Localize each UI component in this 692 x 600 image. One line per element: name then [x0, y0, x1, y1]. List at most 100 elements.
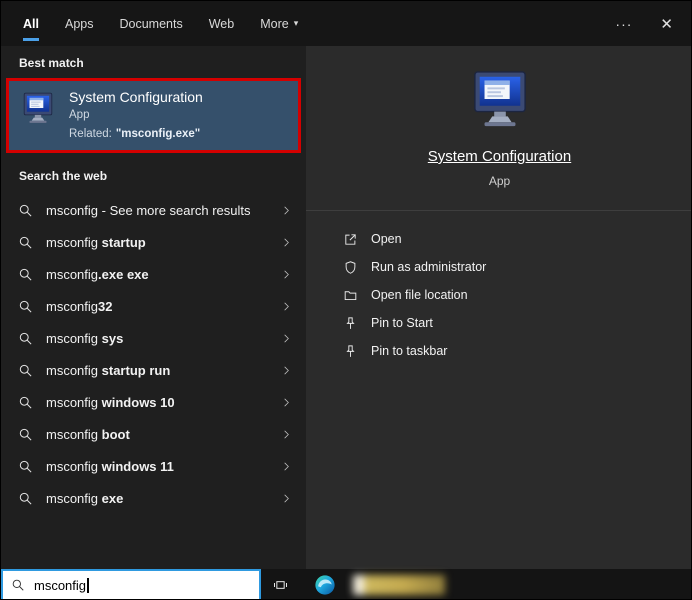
suggestion-query: msconfig — [46, 426, 99, 442]
suggestion-text: msconfig startup — [46, 235, 146, 250]
action-pin-to-start[interactable]: Pin to Start — [343, 309, 691, 337]
action-list: Open Run as administrator Open file loca… — [306, 211, 691, 365]
close-button[interactable]: ✕ — [660, 15, 673, 33]
suggestion-suffix: startup — [98, 234, 146, 250]
action-run-as-administrator[interactable]: Run as administrator — [343, 253, 691, 281]
chevron-down-icon: ▾ — [293, 18, 299, 28]
tab-more[interactable]: More ▾ — [260, 1, 298, 46]
suggestion-suffix: boot — [98, 426, 130, 442]
chevron-right-icon[interactable] — [281, 333, 292, 344]
suggestion-see-more[interactable]: msconfig - See more search results — [1, 194, 306, 226]
search-icon — [18, 363, 33, 378]
tab-label: More — [260, 16, 289, 31]
tab-label: Web — [208, 16, 235, 31]
best-match-type: App — [69, 109, 90, 121]
action-label: Open — [371, 232, 402, 246]
search-input[interactable]: msconfig — [1, 569, 261, 599]
suggestion-text: msconfig boot — [46, 427, 130, 442]
tab-all[interactable]: All — [23, 1, 39, 46]
open-icon — [343, 232, 358, 247]
search-web-section-label: Search the web — [19, 169, 108, 183]
search-icon — [18, 235, 33, 250]
folder-icon — [343, 288, 358, 303]
pin-icon — [343, 316, 358, 331]
suggestion-item[interactable]: msconfig sys — [1, 322, 306, 354]
suggestion-text: msconfig32 — [46, 299, 113, 314]
best-match-title: System Configuration — [69, 89, 203, 105]
action-label: Open file location — [371, 288, 468, 302]
system-configuration-icon — [469, 70, 531, 128]
taskbar: msconfig — [1, 569, 691, 599]
task-view-icon[interactable] — [272, 577, 289, 593]
preview-title[interactable]: System Configuration — [428, 148, 571, 165]
best-match-text: System Configuration App Related: "msconf… — [69, 89, 203, 140]
suggestion-text: msconfig sys — [46, 331, 123, 346]
suggestion-query: msconfig — [46, 362, 99, 378]
suggestion-item[interactable]: msconfig startup run — [1, 354, 306, 386]
tab-label: Apps — [64, 16, 94, 31]
chevron-right-icon[interactable] — [281, 365, 292, 376]
suggestion-suffix: startup run — [98, 362, 171, 378]
search-icon — [18, 459, 33, 474]
chevron-right-icon[interactable] — [281, 205, 292, 216]
suggestion-query: msconfig — [46, 266, 99, 282]
chevron-right-icon[interactable] — [281, 493, 292, 504]
edge-icon[interactable] — [314, 574, 336, 596]
suggestion-text: msconfig.exe exe — [46, 267, 149, 282]
chevron-right-icon[interactable] — [281, 301, 292, 312]
topbar-right-controls: ··· ✕ — [615, 15, 673, 33]
search-icon — [18, 267, 33, 282]
suggestion-query: msconfig — [46, 330, 99, 346]
suggestion-suffix: exe — [98, 490, 124, 506]
preview-type: App — [488, 174, 511, 188]
search-input-value: msconfig — [34, 577, 87, 593]
chevron-right-icon[interactable] — [281, 397, 292, 408]
suggestion-item[interactable]: msconfig32 — [1, 290, 306, 322]
blurred-taskbar-item[interactable] — [353, 575, 445, 595]
chevron-right-icon[interactable] — [281, 237, 292, 248]
action-pin-to-taskbar[interactable]: Pin to taskbar — [343, 337, 691, 365]
suggestion-suffix: - See more search results — [98, 202, 251, 218]
action-label: Pin to taskbar — [371, 344, 448, 358]
search-flyout-window: All Apps Documents Web More ▾ ··· ✕ Best… — [0, 0, 692, 600]
suggestion-list: msconfig - See more search results mscon… — [1, 194, 306, 514]
search-icon — [18, 299, 33, 314]
related-value: "msconfig.exe" — [115, 128, 201, 140]
suggestion-query: msconfig — [46, 202, 99, 218]
search-filter-bar: All Apps Documents Web More ▾ ··· ✕ — [1, 1, 691, 46]
tab-web[interactable]: Web — [209, 1, 234, 46]
suggestion-query: msconfig — [46, 458, 99, 474]
chevron-right-icon[interactable] — [281, 269, 292, 280]
suggestion-query: msconfig — [46, 394, 99, 410]
search-icon — [18, 203, 33, 218]
suggestion-item[interactable]: msconfig.exe exe — [1, 258, 306, 290]
text-caret — [87, 577, 89, 593]
options-ellipsis-button[interactable]: ··· — [615, 16, 632, 32]
related-label: Related: — [69, 128, 112, 140]
suggestion-item[interactable]: msconfig windows 11 — [1, 450, 306, 482]
suggestion-text: msconfig windows 10 — [46, 395, 175, 410]
tab-label: All — [23, 16, 39, 31]
tab-label: Documents — [119, 16, 183, 31]
chevron-right-icon[interactable] — [281, 429, 292, 440]
chevron-right-icon[interactable] — [281, 461, 292, 472]
search-icon — [18, 427, 33, 442]
tab-apps[interactable]: Apps — [65, 1, 94, 46]
suggestion-suffix: sys — [98, 330, 124, 346]
suggestion-item[interactable]: msconfig boot — [1, 418, 306, 450]
suggestion-item[interactable]: msconfig exe — [1, 482, 306, 514]
suggestion-item[interactable]: msconfig windows 10 — [1, 386, 306, 418]
suggestion-item[interactable]: msconfig startup — [1, 226, 306, 258]
tab-documents[interactable]: Documents — [119, 1, 182, 46]
results-panel: Best match System Configuration App Rela… — [1, 46, 306, 569]
search-icon — [11, 578, 25, 592]
suggestion-query: msconfig — [46, 490, 99, 506]
suggestion-text: msconfig windows 11 — [46, 459, 174, 474]
suggestion-query: msconfig — [46, 234, 99, 250]
system-configuration-icon — [21, 92, 55, 124]
best-match-result[interactable]: System Configuration App Related: "msconf… — [9, 81, 298, 150]
action-open[interactable]: Open — [343, 225, 691, 253]
suggestion-suffix: windows 11 — [98, 458, 174, 474]
action-label: Run as administrator — [371, 260, 487, 274]
action-open-file-location[interactable]: Open file location — [343, 281, 691, 309]
